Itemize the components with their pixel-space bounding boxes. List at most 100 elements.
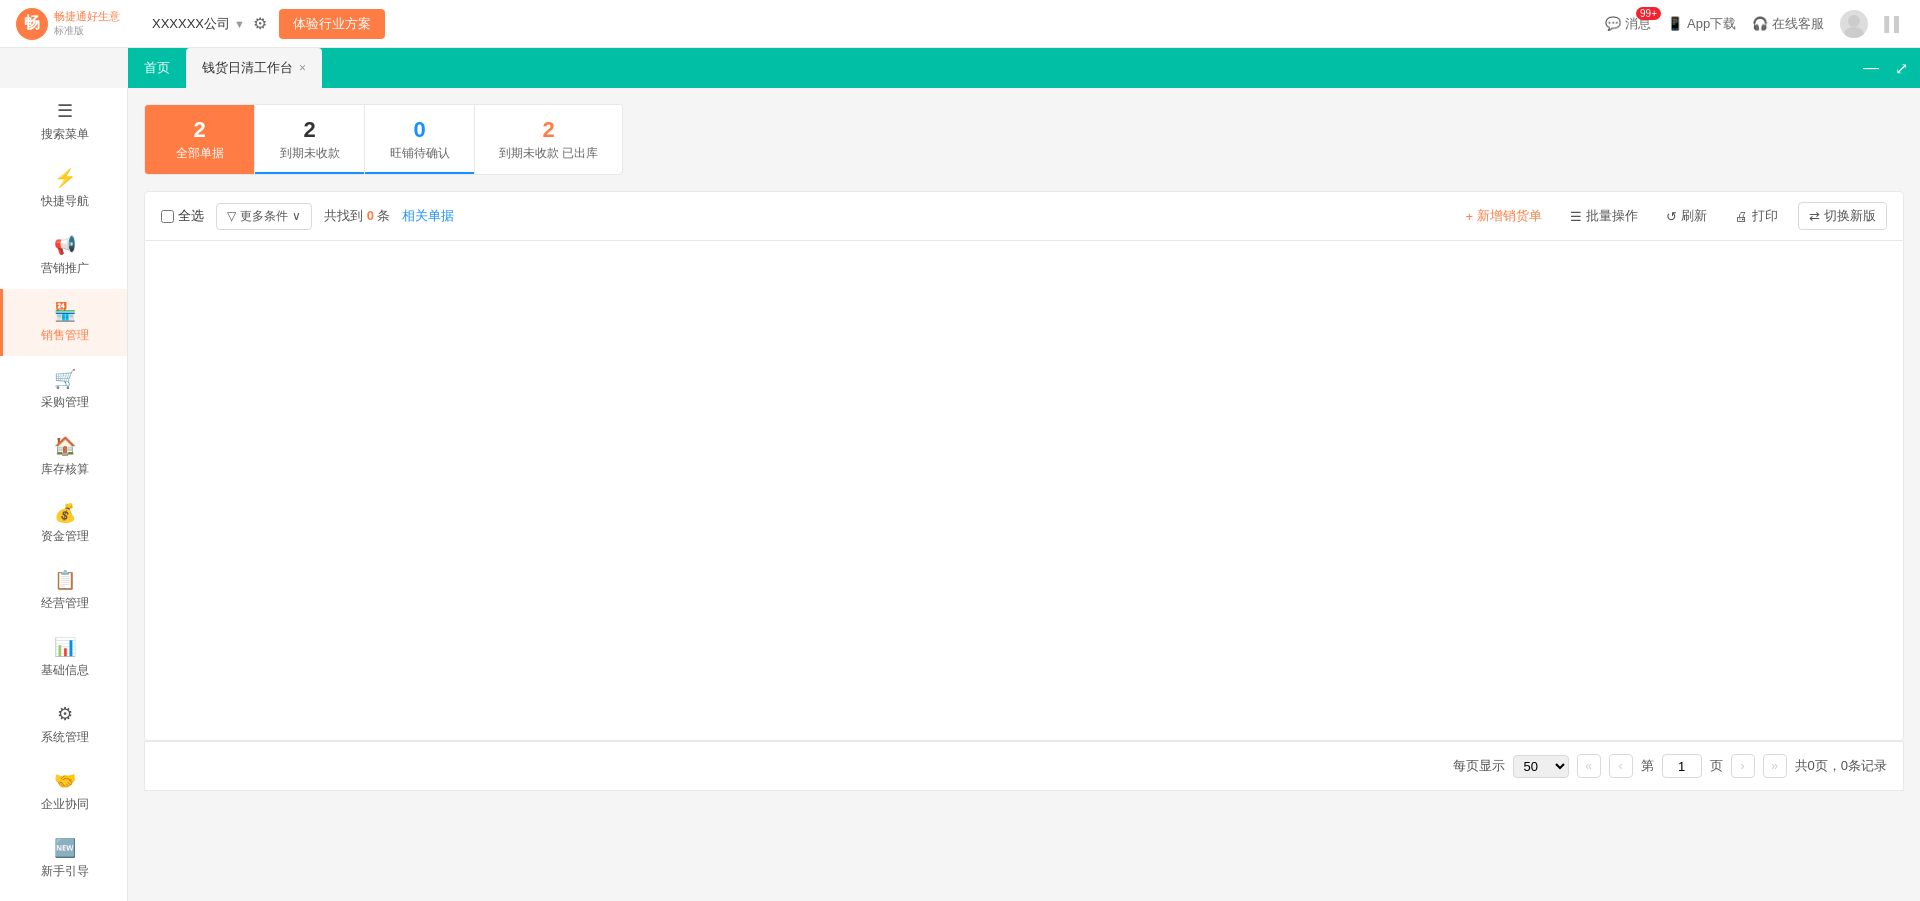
username-label: ▌▌ [1884, 16, 1904, 32]
print-icon: 🖨 [1735, 209, 1748, 224]
sidebar-item-new-guide[interactable]: 🆕 新手引导 [0, 825, 127, 892]
sidebar-item-app-center[interactable]: 📦 应用中心 [0, 892, 127, 901]
sales-icon: 🏪 [54, 301, 76, 323]
select-all-checkbox[interactable]: 全选 [161, 207, 204, 225]
sidebar-item-marketing[interactable]: 📢 营销推广 [0, 222, 127, 289]
online-service-button[interactable]: 🎧 在线客服 [1752, 15, 1824, 33]
stats-tab-all[interactable]: 2 全部单据 [145, 105, 255, 174]
experience-button[interactable]: 体验行业方案 [279, 9, 385, 39]
current-page-input[interactable] [1662, 754, 1702, 778]
sidebar-item-label: 快捷导航 [41, 193, 89, 210]
topbar-right: 💬 消息 99+ 📱 App下载 🎧 在线客服 ▌▌ [1605, 10, 1904, 38]
stats-tab-overdue-unpaid-label: 到期未收款 [279, 145, 340, 162]
tab-minimize-icon[interactable]: — [1859, 55, 1883, 81]
refresh-icon: ↺ [1666, 209, 1677, 224]
sidebar-item-base-info[interactable]: 📊 基础信息 [0, 624, 127, 691]
filter-icon: ▽ [227, 209, 236, 223]
chevron-down-icon-user: ▌▌ [1884, 16, 1904, 32]
inventory-icon: 🏠 [54, 435, 76, 457]
sidebar-item-quick-nav[interactable]: ⚡ 快捷导航 [0, 155, 127, 222]
prev-page-button[interactable]: ‹ [1609, 754, 1633, 778]
batch-operation-button[interactable]: ☰ 批量操作 [1562, 203, 1646, 229]
sidebar-item-system-mgmt[interactable]: ⚙ 系统管理 [0, 691, 127, 758]
sidebar-item-search-menu[interactable]: ☰ 搜索菜单 [0, 88, 127, 155]
sidebar-item-label: 新手引导 [41, 863, 89, 880]
related-bills-link[interactable]: 相关单据 [402, 207, 454, 225]
per-page-select[interactable]: 50 10 20 100 [1513, 755, 1569, 778]
company-name: XXXXXX公司 [152, 15, 230, 33]
stats-tab-overdue-unshipped[interactable]: 2 到期未收款 已出库 [475, 105, 622, 174]
company-selector[interactable]: XXXXXX公司 ▼ [152, 15, 245, 33]
batch-op-label: 批量操作 [1586, 207, 1638, 225]
new-guide-icon: 🆕 [54, 837, 76, 859]
online-service-label: 在线客服 [1772, 15, 1824, 33]
switch-version-button[interactable]: ⇄ 切换新版 [1798, 202, 1887, 230]
filter-dropdown-icon: ∨ [292, 209, 301, 223]
stats-tab-pending-confirm[interactable]: 0 旺铺待确认 [365, 105, 475, 174]
filter-button[interactable]: ▽ 更多条件 ∨ [216, 203, 312, 230]
sidebar-item-label: 采购管理 [41, 394, 89, 411]
select-all-label: 全选 [178, 207, 204, 225]
sidebar-item-finance[interactable]: 💰 资金管理 [0, 490, 127, 557]
sidebar-item-operation[interactable]: 📋 经营管理 [0, 557, 127, 624]
found-count: 0 [367, 208, 374, 223]
stats-tab-all-label: 全部单据 [169, 145, 230, 162]
gear-icon[interactable]: ⚙ [253, 14, 267, 33]
add-sale-button[interactable]: + 新增销货单 [1457, 203, 1550, 229]
purchase-icon: 🛒 [54, 368, 76, 390]
marketing-icon: 📢 [54, 234, 76, 256]
sidebar-item-label: 系统管理 [41, 729, 89, 746]
page-label: 第 [1641, 757, 1654, 775]
refresh-button[interactable]: ↺ 刷新 [1658, 203, 1715, 229]
logo-icon: 畅 [16, 8, 48, 40]
message-button[interactable]: 💬 消息 99+ [1605, 15, 1651, 33]
sidebar-item-sales-mgmt[interactable]: 🏪 销售管理 [0, 289, 127, 356]
logo-sub: 标准版 [54, 24, 120, 38]
tab-active[interactable]: 钱货日清工作台 × [186, 48, 322, 88]
search-menu-icon: ☰ [57, 100, 73, 122]
chevron-down-icon: ▼ [234, 18, 245, 30]
stats-tab-all-num: 2 [169, 117, 230, 143]
first-page-button[interactable]: « [1577, 754, 1601, 778]
found-text: 共找到 0 条 [324, 207, 390, 225]
table-empty [145, 241, 1903, 641]
total-text: 共0页，0条记录 [1795, 757, 1887, 775]
logo-text: 畅捷通好生意 [54, 9, 120, 23]
page-suffix: 页 [1710, 757, 1723, 775]
print-button[interactable]: 🖨 打印 [1727, 203, 1786, 229]
stats-tab-overdue-unpaid[interactable]: 2 到期未收款 [255, 105, 365, 174]
add-icon: + [1465, 209, 1473, 224]
tab-home[interactable]: 首页 [128, 48, 186, 88]
refresh-label: 刷新 [1681, 207, 1707, 225]
avatar[interactable] [1840, 10, 1868, 38]
found-prefix: 共找到 [324, 208, 363, 223]
stats-tab-pending-confirm-num: 0 [389, 117, 450, 143]
stats-tab-pending-confirm-label: 旺铺待确认 [389, 145, 450, 162]
print-label: 打印 [1752, 207, 1778, 225]
next-page-button[interactable]: › [1731, 754, 1755, 778]
topbar: 畅 畅捷通好生意 标准版 XXXXXX公司 ▼ ⚙ 体验行业方案 💬 消息 99… [0, 0, 1920, 48]
sidebar-item-purchase-mgmt[interactable]: 🛒 采购管理 [0, 356, 127, 423]
svg-point-1 [1844, 27, 1864, 38]
switch-icon: ⇄ [1809, 209, 1820, 224]
toolbar-left: 全选 ▽ 更多条件 ∨ 共找到 0 条 相关单据 [161, 203, 1445, 230]
sidebar-item-inventory[interactable]: 🏠 库存核算 [0, 423, 127, 490]
system-icon: ⚙ [57, 703, 73, 725]
sidebar-item-enterprise-coop[interactable]: 🤝 企业协同 [0, 758, 127, 825]
select-all-input[interactable] [161, 210, 174, 223]
sidebar-item-label: 搜索菜单 [41, 126, 89, 143]
last-page-button[interactable]: » [1763, 754, 1787, 778]
tab-maximize-icon[interactable]: ⤢ [1891, 55, 1912, 82]
service-icon: 🎧 [1752, 16, 1768, 31]
sidebar-item-label: 库存核算 [41, 461, 89, 478]
batch-icon: ☰ [1570, 209, 1582, 224]
stats-tabs: 2 全部单据 2 到期未收款 0 旺铺待确认 2 到期未收款 已出库 [144, 104, 623, 175]
tab-close-icon[interactable]: × [299, 61, 306, 75]
app-icon: 📱 [1667, 16, 1683, 31]
sidebar-item-label: 企业协同 [41, 796, 89, 813]
app-download-button[interactable]: 📱 App下载 [1667, 15, 1736, 33]
app-download-label: App下载 [1687, 15, 1736, 33]
stats-tab-overdue-unshipped-label: 到期未收款 已出库 [499, 145, 598, 162]
toolbar: 全选 ▽ 更多条件 ∨ 共找到 0 条 相关单据 + 新增销货单 [144, 191, 1904, 241]
finance-icon: 💰 [54, 502, 76, 524]
